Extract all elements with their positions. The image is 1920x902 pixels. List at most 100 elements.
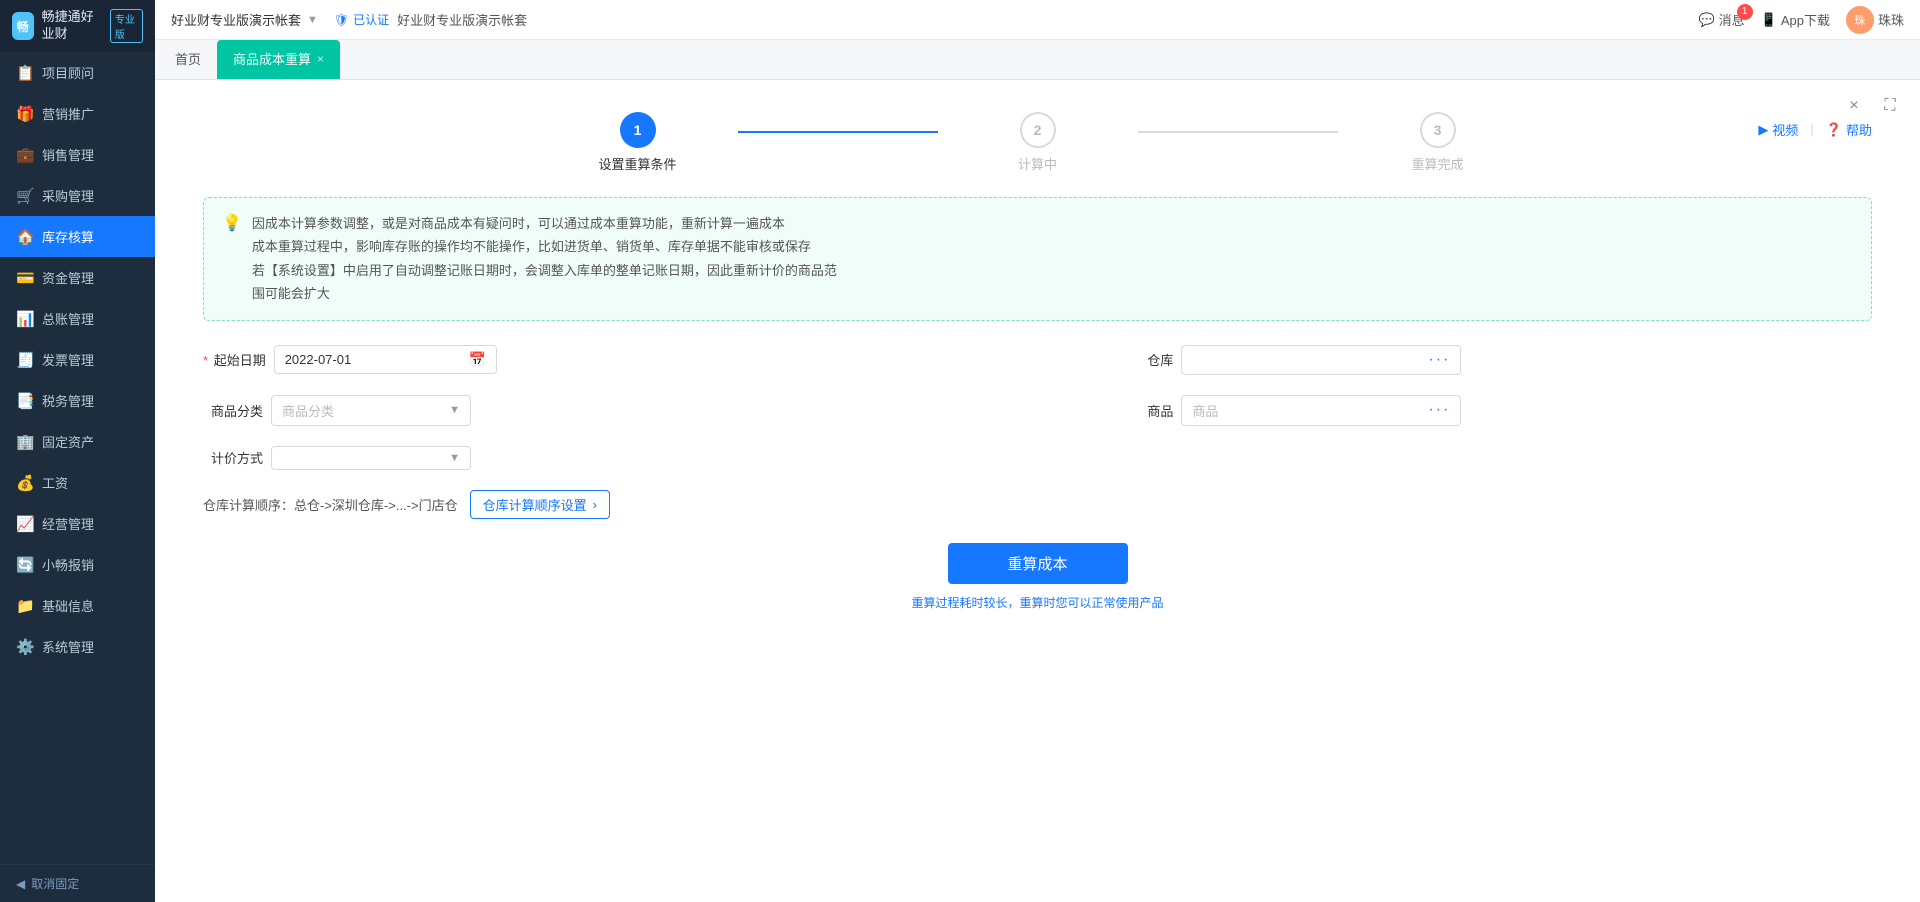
start-date-input[interactable]	[285, 352, 461, 367]
sidebar-item-invoice[interactable]: 🧾 发票管理	[0, 339, 155, 380]
app-download-button[interactable]: 📱 App下载	[1761, 10, 1830, 29]
message-badge: 1	[1737, 4, 1753, 20]
user-avatar-button[interactable]: 珠 珠珠	[1846, 6, 1904, 34]
sidebar-item-operation[interactable]: 📈 经营管理	[0, 503, 155, 544]
warehouse-input[interactable]: ···	[1181, 345, 1461, 375]
info-line-2: 成本重算过程中，影响库存账的操作均不能操作，比如进货单、销货单、库存单据不能审核…	[252, 239, 811, 254]
warehouse-order-row: 仓库计算顺序：总仓->深圳仓库->...->门店仓 仓库计算顺序设置 ›	[203, 490, 1872, 519]
sidebar-item-payroll[interactable]: 💰 工资	[0, 462, 155, 503]
sidebar-item-assets[interactable]: 🏢 固定资产	[0, 421, 155, 462]
step-3-num: 3	[1434, 122, 1442, 138]
pro-badge: 专业版	[110, 9, 143, 43]
sidebar-item-expense[interactable]: 🔄 小畅报销	[0, 544, 155, 585]
info-line-4: 围可能会扩大	[252, 286, 330, 301]
tax-icon: 📑	[16, 392, 34, 410]
accounting-icon: 📊	[16, 310, 34, 328]
tab-home[interactable]: 首页	[159, 40, 217, 79]
unpin-icon: ◀	[16, 877, 25, 891]
sidebar-unpin-button[interactable]: ◀ 取消固定	[0, 864, 155, 902]
warehouse-order-btn-label: 仓库计算顺序设置	[483, 495, 587, 514]
tab-cost[interactable]: 商品成本重算 ×	[217, 40, 340, 79]
goods-ellipsis-icon[interactable]: ···	[1428, 401, 1450, 419]
category-placeholder: 商品分类	[282, 401, 441, 420]
shield-icon: 🛡	[334, 13, 349, 27]
sidebar-item-accounting[interactable]: 📊 总账管理	[0, 298, 155, 339]
assets-icon: 🏢	[16, 433, 34, 451]
warehouse-order-settings-button[interactable]: 仓库计算顺序设置 ›	[470, 490, 610, 519]
account-chevron-icon: ▼	[307, 14, 318, 26]
sidebar-item-label: 小畅报销	[42, 555, 94, 574]
required-star: *	[203, 353, 208, 368]
sidebar-item-label: 税务管理	[42, 391, 94, 410]
form-row-2: 商品分类 商品分类 ▼ 商品 商品 ···	[203, 395, 1872, 426]
help-label: 帮助	[1846, 120, 1872, 139]
tab-close-icon[interactable]: ×	[317, 52, 324, 66]
sidebar-item-inventory[interactable]: 🏠 库存核算	[0, 216, 155, 257]
start-date-input-wrapper[interactable]: 📅	[274, 345, 497, 374]
steps-wizard: 1 设置重算条件 2 计算中 3 重算完成 ▶	[155, 80, 1920, 197]
step-line-2	[1138, 131, 1338, 133]
purchase-icon: 🛒	[16, 187, 34, 205]
inventory-icon: 🏠	[16, 228, 34, 246]
helper-links: ▶ 视频 | ❓ 帮助	[1758, 120, 1872, 139]
calendar-icon[interactable]: 📅	[469, 351, 486, 368]
help-link[interactable]: ❓ 帮助	[1826, 120, 1872, 139]
sidebar-item-sales[interactable]: 💼 销售管理	[0, 134, 155, 175]
sidebar-item-label: 发票管理	[42, 350, 94, 369]
phone-icon: 📱	[1761, 12, 1777, 28]
invoice-icon: 🧾	[16, 351, 34, 369]
step-1-group: 1 设置重算条件	[538, 112, 738, 173]
sidebar-item-purchase[interactable]: 🛒 采购管理	[0, 175, 155, 216]
sidebar-item-basic[interactable]: 📁 基础信息	[0, 585, 155, 626]
recalc-button[interactable]: 重算成本	[948, 543, 1128, 584]
video-link[interactable]: ▶ 视频	[1758, 120, 1798, 139]
unpin-label: 取消固定	[31, 875, 79, 892]
warehouse-field: 仓库 ···	[1113, 345, 1872, 375]
sidebar-item-finance[interactable]: 💳 资金管理	[0, 257, 155, 298]
chevron-right-icon: ›	[593, 497, 597, 512]
sidebar-item-label: 资金管理	[42, 268, 94, 287]
sidebar-item-label: 基础信息	[42, 596, 94, 615]
sidebar-item-label: 项目顾问	[42, 63, 94, 82]
category-select[interactable]: 商品分类 ▼	[271, 395, 471, 426]
finance-icon: 💳	[16, 269, 34, 287]
sidebar-item-project[interactable]: 📋 项目顾问	[0, 52, 155, 93]
step-3-circle: 3	[1420, 112, 1456, 148]
recalc-hint: 重算过程耗时较长，重算时您可以正常使用产品	[911, 594, 1163, 611]
message-button[interactable]: 💬 消息 1	[1698, 10, 1744, 29]
sidebar-item-label: 营销推广	[42, 104, 94, 123]
divider: |	[1810, 122, 1813, 137]
sidebar-item-label: 库存核算	[42, 227, 94, 246]
recalc-section: 重算成本 重算过程耗时较长，重算时您可以正常使用产品	[203, 543, 1872, 611]
payroll-icon: 💰	[16, 474, 34, 492]
sidebar-item-system[interactable]: ⚙️ 系统管理	[0, 626, 155, 667]
step-1-label: 设置重算条件	[598, 154, 676, 173]
goods-input[interactable]: 商品 ···	[1181, 395, 1461, 426]
warehouse-ellipsis-icon[interactable]: ···	[1428, 351, 1450, 369]
system-icon: ⚙️	[16, 638, 34, 656]
info-text: 因成本计算参数调整，或是对商品成本有疑问时，可以通过成本重算功能，重新计算一遍成…	[252, 212, 837, 306]
account-selector[interactable]: 好业财专业版演示帐套 ▼	[171, 10, 318, 29]
sidebar-item-tax[interactable]: 📑 税务管理	[0, 380, 155, 421]
basic-icon: 📁	[16, 597, 34, 615]
step-1-num: 1	[634, 122, 642, 138]
warehouse-order-label: 仓库计算顺序：总仓->深圳仓库->...->门店仓	[203, 495, 458, 514]
sidebar: 畅 畅捷通好业财 专业版 📋 项目顾问 🎁 营销推广 💼 销售管理 🛒 采购管理…	[0, 0, 155, 902]
verified-text: 已认证	[353, 11, 389, 28]
sales-icon: 💼	[16, 146, 34, 164]
tab-cost-label: 商品成本重算	[233, 49, 311, 68]
pricing-select[interactable]: ▼	[271, 446, 471, 470]
pricing-chevron-icon: ▼	[449, 452, 460, 464]
video-label: 视频	[1772, 120, 1798, 139]
step-1-circle: 1	[620, 112, 656, 148]
form-row-3: 计价方式 ▼	[203, 446, 1872, 470]
sidebar-item-marketing[interactable]: 🎁 营销推广	[0, 93, 155, 134]
sidebar-nav: 📋 项目顾问 🎁 营销推广 💼 销售管理 🛒 采购管理 🏠 库存核算 💳 资金管…	[0, 52, 155, 864]
sidebar-item-label: 经营管理	[42, 514, 94, 533]
app-icon: 畅	[12, 12, 34, 40]
start-date-label: * 起始日期	[203, 350, 266, 369]
category-label: 商品分类	[203, 401, 263, 420]
project-icon: 📋	[16, 64, 34, 82]
app-name: 畅捷通好业财	[42, 9, 102, 43]
main-area: 好业财专业版演示帐套 ▼ 🛡 已认证 好业财专业版演示帐套 💬 消息 1 📱 A…	[155, 0, 1920, 902]
